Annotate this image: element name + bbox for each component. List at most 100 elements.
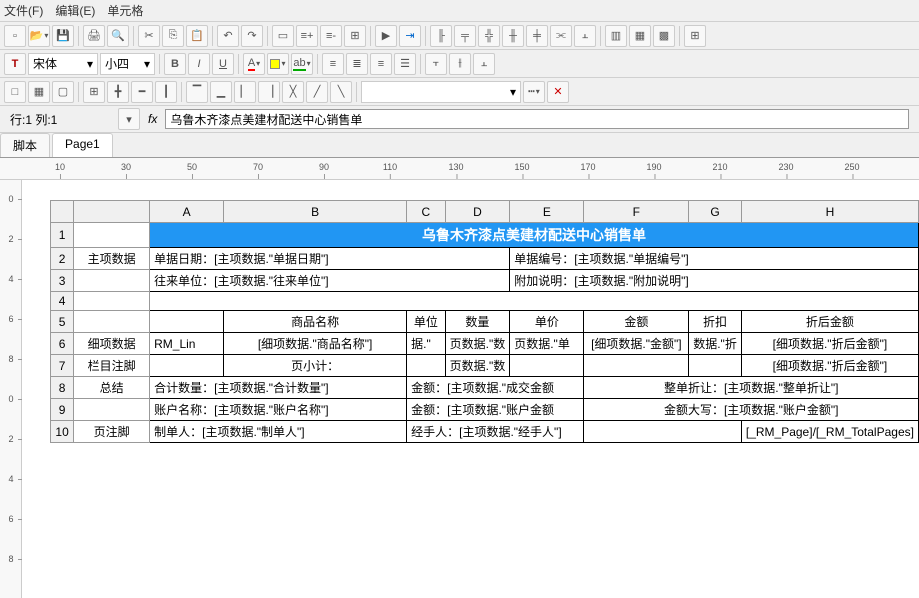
align-right-button[interactable]: ≡ <box>370 53 392 75</box>
row-4[interactable]: 4 <box>51 292 919 311</box>
col-A[interactable]: A <box>150 201 224 223</box>
grid2-button[interactable]: ⊞ <box>684 25 706 47</box>
col-B[interactable]: B <box>224 201 407 223</box>
redo-button[interactable]: ↷ <box>241 25 263 47</box>
split-button[interactable]: ╪ <box>526 25 548 47</box>
cell-r8-3[interactable]: 整单折让：[主项数据."整单折让"] <box>584 377 919 399</box>
toggle-button[interactable]: ▾ <box>118 108 140 130</box>
border-all-button[interactable]: ▦ <box>28 81 50 103</box>
cell-r6d[interactable]: 页数据."数 <box>445 333 510 355</box>
font-color-button[interactable]: A▾ <box>243 53 265 75</box>
cell-r2-2[interactable]: 单据编号：[主项数据."单据编号"] <box>510 248 919 270</box>
delete-row-button[interactable]: ≡- <box>320 25 342 47</box>
fill-color-button[interactable]: ▾ <box>267 53 289 75</box>
cell-r6e[interactable]: 页数据."单 <box>510 333 584 355</box>
valign-top-button[interactable]: ⫟ <box>425 53 447 75</box>
cell-r9-2[interactable]: 金额：[主项数据."账户金额 <box>407 399 584 421</box>
highlight-button[interactable]: ab▾ <box>291 53 313 75</box>
hdr-amount[interactable]: 金额 <box>584 311 689 333</box>
cell-r3-2[interactable]: 附加说明：[主项数据."附加说明"] <box>510 270 919 292</box>
border-outer-button[interactable]: ▢ <box>52 81 74 103</box>
font-size-select[interactable]: 小四▾ <box>100 53 155 75</box>
cell-r9-1[interactable]: 账户名称：[主项数据."账户名称"] <box>150 399 407 421</box>
cell-r8-1[interactable]: 合计数量：[主项数据."合计数量"] <box>150 377 407 399</box>
paste-button[interactable]: 📋 <box>186 25 208 47</box>
ungroup-button[interactable]: ╫ <box>502 25 524 47</box>
group-h-button[interactable]: ╟ <box>430 25 452 47</box>
bold-button[interactable]: B <box>164 53 186 75</box>
cell-title[interactable]: 乌鲁木齐漆点美建材配送中心销售单 <box>150 223 919 248</box>
text-icon[interactable]: T <box>4 53 26 75</box>
hdr-discount[interactable]: 折扣 <box>689 311 742 333</box>
border-top-button[interactable]: ▔ <box>186 81 208 103</box>
border-cross-button[interactable]: ╳ <box>282 81 304 103</box>
border-left-button[interactable]: ▏ <box>234 81 256 103</box>
cell-r7b[interactable]: 页小计： <box>224 355 407 377</box>
row-8[interactable]: 8 总结 合计数量：[主项数据."合计数量"] 金额：[主项数据."成交金额 整… <box>51 377 919 399</box>
formula-input[interactable]: 乌鲁木齐漆点美建材配送中心销售单 <box>165 109 909 129</box>
page-break-button[interactable]: ⫠ <box>574 25 596 47</box>
open-button[interactable]: 📂▾ <box>28 25 50 47</box>
new-button[interactable]: ▫ <box>4 25 26 47</box>
cell-r7d[interactable]: 页数据."数 <box>445 355 510 377</box>
save-button[interactable]: 💾 <box>52 25 74 47</box>
cut-button[interactable]: ✂ <box>138 25 160 47</box>
style-select[interactable]: ▾ <box>361 81 521 103</box>
border-diag2-button[interactable]: ╲ <box>330 81 352 103</box>
print-button[interactable]: 🖨 <box>83 25 105 47</box>
hdr-qty[interactable]: 数量 <box>445 311 510 333</box>
border-h-button[interactable]: ━ <box>131 81 153 103</box>
row-1[interactable]: 1 乌鲁木齐漆点美建材配送中心销售单 <box>51 223 919 248</box>
merge-h-button[interactable]: ⫘ <box>550 25 572 47</box>
tab-page1[interactable]: Page1 <box>52 133 113 157</box>
hdr-unit[interactable]: 单位 <box>407 311 445 333</box>
col-D[interactable]: D <box>445 201 510 223</box>
italic-button[interactable]: I <box>188 53 210 75</box>
hdr-price[interactable]: 单价 <box>510 311 584 333</box>
copy-button[interactable]: ⎘ <box>162 25 184 47</box>
row-7[interactable]: 7 栏目注脚 页小计： 页数据."数 [细项数据."折后金额"] <box>51 355 919 377</box>
close-panel-button[interactable]: ✕ <box>547 81 569 103</box>
tab-script[interactable]: 脚本 <box>0 133 50 157</box>
cell-r6c[interactable]: 据." <box>407 333 445 355</box>
cell-r10-2[interactable]: 经手人：[主项数据."经手人"] <box>407 421 584 443</box>
row-3[interactable]: 3 往来单位：[主项数据."往来单位"] 附加说明：[主项数据."附加说明"] <box>51 270 919 292</box>
col-F[interactable]: F <box>584 201 689 223</box>
align-center-button[interactable]: ≣ <box>346 53 368 75</box>
col-C[interactable]: C <box>407 201 445 223</box>
row-2[interactable]: 2 主项数据 单据日期：[主项数据."单据日期"] 单据编号：[主项数据."单据… <box>51 248 919 270</box>
cell-r8-2[interactable]: 金额：[主项数据."成交金额 <box>407 377 584 399</box>
cell-r9-3[interactable]: 金额大写：[主项数据."账户金额"] <box>584 399 919 421</box>
valign-mid-button[interactable]: ⫲ <box>449 53 471 75</box>
hdr-product[interactable]: 商品名称 <box>224 311 407 333</box>
undo-button[interactable]: ↶ <box>217 25 239 47</box>
row-9[interactable]: 9 账户名称：[主项数据."账户名称"] 金额：[主项数据."账户金额 金额大写… <box>51 399 919 421</box>
align-justify-button[interactable]: ☰ <box>394 53 416 75</box>
align-left-button[interactable]: ≡ <box>322 53 344 75</box>
table-insert-button[interactable]: ⊞ <box>83 81 105 103</box>
cell-r10-3[interactable]: [_RM_Page]/[_RM_TotalPages] <box>741 421 918 443</box>
cell-r2-1[interactable]: 单据日期：[主项数据."单据日期"] <box>150 248 510 270</box>
menu-cell[interactable]: 单元格 <box>107 2 143 19</box>
border-v-button[interactable]: ┃ <box>155 81 177 103</box>
run-button[interactable]: ▶ <box>375 25 397 47</box>
row-6[interactable]: 6 细项数据 RM_Lin [细项数据."商品名称"] 据." 页数据."数 页… <box>51 333 919 355</box>
menu-edit[interactable]: 编辑(E) <box>55 2 95 19</box>
cell-r6f[interactable]: [细项数据."金额"] <box>584 333 689 355</box>
border-bottom-button[interactable]: ▁ <box>210 81 232 103</box>
group-v-button[interactable]: ╤ <box>454 25 476 47</box>
export-button[interactable]: ⇥ <box>399 25 421 47</box>
row-5[interactable]: 5 商品名称 单位 数量 单价 金额 折扣 折后金额 <box>51 311 919 333</box>
border-none-button[interactable]: □ <box>4 81 26 103</box>
border-diag1-button[interactable]: ╱ <box>306 81 328 103</box>
cell-r6h[interactable]: [细项数据."折后金额"] <box>741 333 918 355</box>
menu-file[interactable]: 文件(F) <box>4 2 43 19</box>
valign-bot-button[interactable]: ⫠ <box>473 53 495 75</box>
cell-r7h[interactable]: [细项数据."折后金额"] <box>741 355 918 377</box>
cell-r6g[interactable]: 数据."折 <box>689 333 742 355</box>
font-family-select[interactable]: 宋体▾ <box>28 53 98 75</box>
cols1-button[interactable]: ▥ <box>605 25 627 47</box>
col-H[interactable]: H <box>741 201 918 223</box>
underline-button[interactable]: U <box>212 53 234 75</box>
row-10[interactable]: 10 页注脚 制单人：[主项数据."制单人"] 经手人：[主项数据."经手人"]… <box>51 421 919 443</box>
